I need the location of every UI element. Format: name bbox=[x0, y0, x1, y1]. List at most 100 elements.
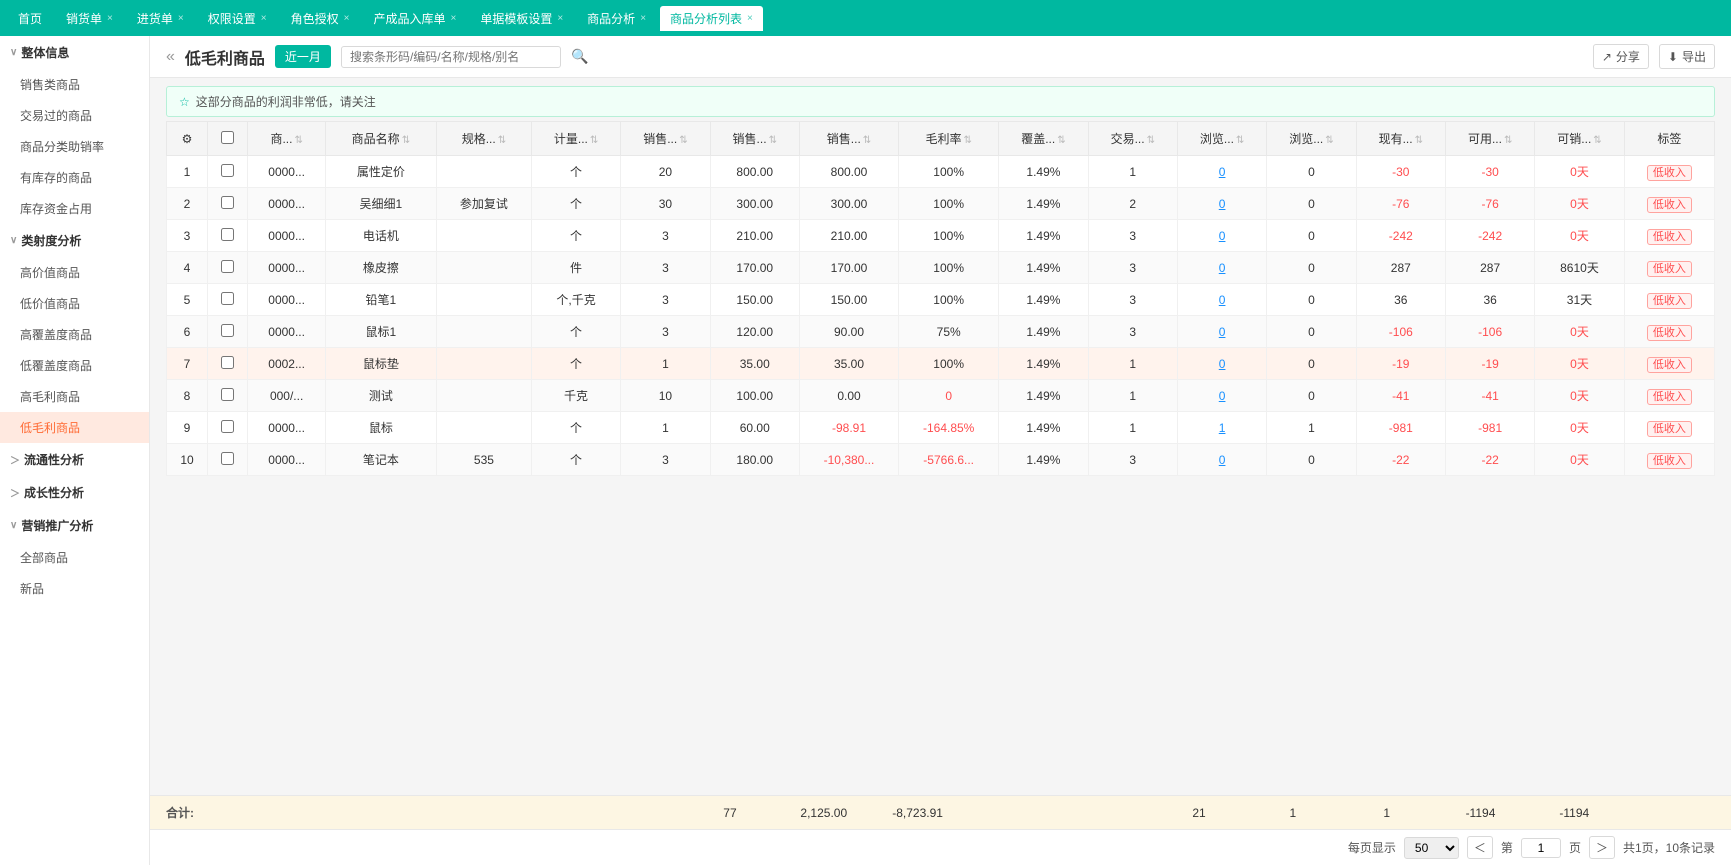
sidebar-item-low-value[interactable]: 低价值商品 bbox=[0, 288, 149, 319]
cell-view1[interactable]: 0 bbox=[1177, 284, 1266, 316]
col-available[interactable]: 可用...⇅ bbox=[1445, 122, 1534, 156]
sidebar-item-stock-products[interactable]: 有库存的商品 bbox=[0, 162, 149, 193]
cell-view1[interactable]: 1 bbox=[1177, 412, 1266, 444]
sidebar-item-low-coverage[interactable]: 低覆盖度商品 bbox=[0, 350, 149, 381]
col-sales-price[interactable]: 销售...⇅ bbox=[710, 122, 799, 156]
cell-trade: 3 bbox=[1088, 220, 1177, 252]
row-checkbox[interactable] bbox=[221, 260, 234, 273]
nav-item-analysis[interactable]: 商品分析 × bbox=[577, 6, 656, 31]
row-checkbox[interactable] bbox=[221, 388, 234, 401]
sidebar-item-sales-products[interactable]: 销售类商品 bbox=[0, 69, 149, 100]
nav-item-analysis-list[interactable]: 商品分析列表 × bbox=[660, 6, 763, 31]
search-icon[interactable]: 🔍 bbox=[571, 48, 588, 65]
col-coverage[interactable]: 覆盖...⇅ bbox=[999, 122, 1088, 156]
col-unit[interactable]: 计量...⇅ bbox=[531, 122, 620, 156]
col-name[interactable]: 商品名称⇅ bbox=[325, 122, 436, 156]
nav-item-sales[interactable]: 销货单 × bbox=[56, 6, 123, 31]
row-checkbox[interactable] bbox=[221, 292, 234, 305]
col-view1[interactable]: 浏览...⇅ bbox=[1177, 122, 1266, 156]
export-button[interactable]: ⬇ 导出 bbox=[1659, 44, 1715, 69]
sidebar-section-射度[interactable]: ∨ 类射度分析 bbox=[0, 224, 149, 257]
col-current[interactable]: 现有...⇅ bbox=[1356, 122, 1445, 156]
sidebar-item-high-value[interactable]: 高价值商品 bbox=[0, 257, 149, 288]
col-sales-profit[interactable]: 销售...⇅ bbox=[799, 122, 898, 156]
next-page-button[interactable]: ＞ bbox=[1589, 836, 1615, 859]
table-row: 8 000/... 测试 千克 10 100.00 0.00 0 1.49% 1… bbox=[167, 380, 1715, 412]
col-tag[interactable]: 标签 bbox=[1624, 122, 1714, 156]
col-checkbox[interactable] bbox=[208, 122, 248, 156]
close-icon[interactable]: × bbox=[747, 13, 753, 24]
row-checkbox[interactable] bbox=[221, 164, 234, 177]
cell-checkbox[interactable] bbox=[208, 348, 248, 380]
cell-sales-qty: 1 bbox=[621, 348, 710, 380]
row-checkbox[interactable] bbox=[221, 228, 234, 241]
cell-view1[interactable]: 0 bbox=[1177, 444, 1266, 476]
sidebar-item-traded-products[interactable]: 交易过的商品 bbox=[0, 100, 149, 131]
cell-view1[interactable]: 0 bbox=[1177, 380, 1266, 412]
col-gross-rate[interactable]: 毛利率⇅ bbox=[899, 122, 999, 156]
sidebar-section-overall[interactable]: ∨ 整体信息 bbox=[0, 36, 149, 69]
cell-view1[interactable]: 0 bbox=[1177, 188, 1266, 220]
cell-gross-rate: -5766.6... bbox=[899, 444, 999, 476]
nav-item-home[interactable]: 首页 bbox=[8, 6, 52, 31]
share-button[interactable]: ↗ 分享 bbox=[1593, 44, 1649, 69]
close-icon[interactable]: × bbox=[178, 13, 184, 24]
col-trade[interactable]: 交易...⇅ bbox=[1088, 122, 1177, 156]
cell-checkbox[interactable] bbox=[208, 380, 248, 412]
close-icon[interactable]: × bbox=[344, 13, 350, 24]
row-checkbox[interactable] bbox=[221, 420, 234, 433]
cell-checkbox[interactable] bbox=[208, 188, 248, 220]
col-sales-qty[interactable]: 销售...⇅ bbox=[621, 122, 710, 156]
filter-period-button[interactable]: 近一月 bbox=[275, 45, 331, 68]
col-spec[interactable]: 规格...⇅ bbox=[436, 122, 531, 156]
nav-item-purchase[interactable]: 进货单 × bbox=[127, 6, 194, 31]
cell-view1[interactable]: 0 bbox=[1177, 156, 1266, 188]
search-input[interactable] bbox=[341, 46, 561, 68]
sidebar-section-growth[interactable]: ＞ 成长性分析 bbox=[0, 476, 149, 509]
cell-checkbox[interactable] bbox=[208, 412, 248, 444]
sidebar-item-stock-capital[interactable]: 库存资金占用 bbox=[0, 193, 149, 224]
close-icon[interactable]: × bbox=[261, 13, 267, 24]
row-checkbox[interactable] bbox=[221, 356, 234, 369]
sidebar-item-high-margin[interactable]: 高毛利商品 bbox=[0, 381, 149, 412]
sidebar-item-category-rate[interactable]: 商品分类助销率 bbox=[0, 131, 149, 162]
sidebar-section-marketing[interactable]: ∨ 营销推广分析 bbox=[0, 509, 149, 542]
row-checkbox[interactable] bbox=[221, 196, 234, 209]
sidebar-item-low-margin[interactable]: 低毛利商品 bbox=[0, 412, 149, 443]
cell-checkbox[interactable] bbox=[208, 156, 248, 188]
close-icon[interactable]: × bbox=[640, 13, 646, 24]
close-icon[interactable]: × bbox=[107, 13, 113, 24]
col-sellable[interactable]: 可销...⇅ bbox=[1535, 122, 1624, 156]
sidebar-item-new-products[interactable]: 新品 bbox=[0, 573, 149, 604]
col-view2[interactable]: 浏览...⇅ bbox=[1267, 122, 1356, 156]
close-icon[interactable]: × bbox=[450, 13, 456, 24]
collapse-sidebar-button[interactable]: « bbox=[166, 48, 175, 66]
page-number-input[interactable] bbox=[1521, 838, 1561, 858]
cell-checkbox[interactable] bbox=[208, 284, 248, 316]
sidebar-item-high-coverage[interactable]: 高覆盖度商品 bbox=[0, 319, 149, 350]
cell-view1[interactable]: 0 bbox=[1177, 220, 1266, 252]
cell-view1[interactable]: 0 bbox=[1177, 316, 1266, 348]
cell-view1[interactable]: 0 bbox=[1177, 348, 1266, 380]
row-checkbox[interactable] bbox=[221, 452, 234, 465]
page-size-select[interactable]: 50 100 200 bbox=[1404, 837, 1459, 859]
sidebar-item-all-products[interactable]: 全部商品 bbox=[0, 542, 149, 573]
col-settings[interactable]: ⚙ bbox=[167, 122, 208, 156]
col-code[interactable]: 商...⇅ bbox=[248, 122, 325, 156]
cell-checkbox[interactable] bbox=[208, 316, 248, 348]
tag-badge: 低收入 bbox=[1647, 453, 1692, 469]
close-icon[interactable]: × bbox=[557, 13, 563, 24]
sidebar-section-flow[interactable]: ＞ 流通性分析 bbox=[0, 443, 149, 476]
nav-item-products[interactable]: 产成品入库单 × bbox=[363, 6, 466, 31]
table-container[interactable]: ⚙ 商...⇅ 商品名称⇅ 规格...⇅ 计量...⇅ 销售...⇅ 销售...… bbox=[150, 121, 1731, 795]
row-checkbox[interactable] bbox=[221, 324, 234, 337]
cell-checkbox[interactable] bbox=[208, 252, 248, 284]
select-all-checkbox[interactable] bbox=[221, 131, 234, 144]
cell-view1[interactable]: 0 bbox=[1177, 252, 1266, 284]
nav-item-roles[interactable]: 角色授权 × bbox=[281, 6, 360, 31]
nav-item-permissions[interactable]: 权限设置 × bbox=[198, 6, 277, 31]
prev-page-button[interactable]: ＜ bbox=[1467, 836, 1493, 859]
nav-item-template[interactable]: 单据模板设置 × bbox=[470, 6, 573, 31]
cell-checkbox[interactable] bbox=[208, 444, 248, 476]
cell-checkbox[interactable] bbox=[208, 220, 248, 252]
